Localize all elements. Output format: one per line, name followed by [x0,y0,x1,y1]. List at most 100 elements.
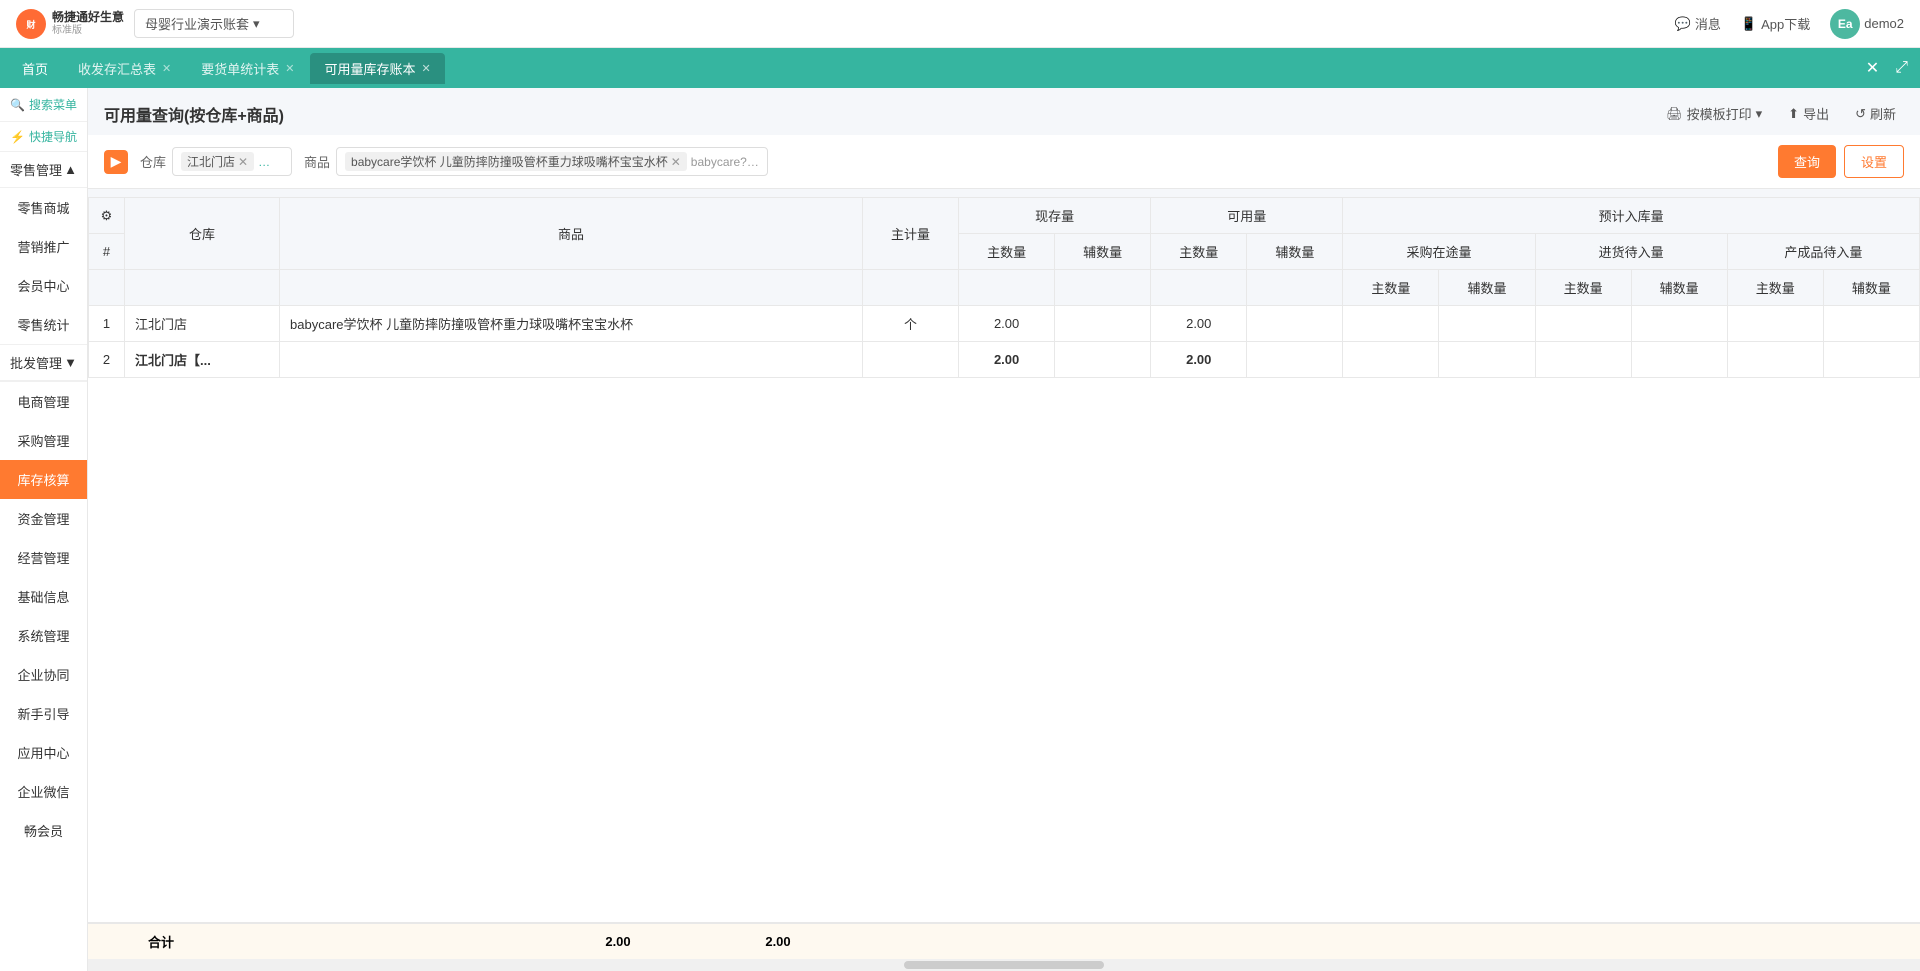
cell-index: 2 [89,342,125,378]
sidebar-item-retail-stats[interactable]: 零售统计 [0,305,87,344]
svg-text:财: 财 [25,19,35,30]
th-incoming-main: 主数量 [1535,270,1631,306]
message-icon: 💬 [1675,16,1691,32]
th-incoming: 进货待入量 [1535,234,1727,270]
cell-available-aux [1247,306,1343,342]
chevron-icon: ▲ [64,162,77,177]
sidebar-label: 电商管理 [17,392,69,411]
download-icon: 📱 [1741,16,1757,32]
query-button[interactable]: 查询 [1778,145,1836,178]
cell-purchase-main [1343,306,1439,342]
warehouse-tag-value: 江北门店 [187,153,235,170]
tab-order-stats-label: 要货单统计表 [201,59,279,78]
sidebar-item-ecommerce[interactable]: 电商管理 [0,382,87,421]
settings-button[interactable]: 设置 [1844,145,1904,178]
cell-production-main [1727,342,1823,378]
chevron-icon: ▼ [64,355,77,370]
sidebar-item-app-center[interactable]: 应用中心 [0,733,87,772]
sidebar-label: 系统管理 [17,626,69,645]
th-empty7 [1151,270,1247,306]
product-filter-input[interactable]: babycare学饮杯 儿童防摔防撞吸管杯重力球吸嘴杯宝宝水杯 ✕ babyca… [336,147,768,176]
refresh-icon: ↺ [1855,106,1866,122]
total-current-main: 2.00 [578,934,658,949]
th-index: # [89,234,125,270]
sidebar-label: 批发管理 [10,353,62,372]
logo-area: 财 畅捷通好生意 标准版 [16,9,124,39]
industry-selector[interactable]: 母婴行业演示账套 ▾ [134,9,294,38]
th-production: 产成品待入量 [1727,234,1919,270]
cell-available-main: 2.00 [1151,342,1247,378]
sidebar-item-marketing[interactable]: 营销推广 [0,227,87,266]
refresh-button[interactable]: ↺ 刷新 [1847,100,1904,127]
th-purchase-main: 主数量 [1343,270,1439,306]
sidebar-label: 会员中心 [17,276,69,295]
tab-available-inventory[interactable]: 可用量库存账本 ✕ [310,53,444,84]
horizontal-scrollbar[interactable] [88,959,1920,971]
warehouse-tag-remove[interactable]: ✕ [238,155,248,169]
tab-available-inventory-label: 可用量库存账本 [324,59,415,78]
product-tag-1: babycare学饮杯 儿童防摔防撞吸管杯重力球吸嘴杯宝宝水杯 ✕ [345,152,687,171]
sidebar-label: 经营管理 [17,548,69,567]
sidebar-label: 零售统计 [17,315,69,334]
sidebar-search[interactable]: 🔍 搜索菜单 [0,88,87,122]
cell-current-aux [1055,306,1151,342]
sidebar-item-system[interactable]: 系统管理 [0,616,87,655]
tab-income-expense[interactable]: 收发存汇总表 ✕ [64,53,185,84]
sidebar-item-purchase[interactable]: 采购管理 [0,421,87,460]
th-settings[interactable]: ⚙ [89,198,125,234]
filter-expand-button[interactable]: ▶ [104,150,128,174]
sidebar-item-zero-retail[interactable]: 零售管理 ▲ [0,152,87,188]
tab-order-stats[interactable]: 要货单统计表 ✕ [187,53,308,84]
sidebar-item-member[interactable]: 会员中心 [0,266,87,305]
close-icon[interactable]: ✕ [422,62,431,75]
tab-home[interactable]: 首页 [8,53,62,84]
th-current-aux: 辅数量 [1055,234,1151,270]
sidebar-label: 零售管理 [10,160,62,179]
top-header: 财 畅捷通好生意 标准版 母婴行业演示账套 ▾ 💬 消息 📱 App下载 Ea … [0,0,1920,48]
sidebar: 🔍 搜索菜单 ⚡ 快捷导航 零售管理 ▲ 零售商城 营销推广 会员中心 零售统计 [0,88,88,971]
sidebar-item-wholesale[interactable]: 批发管理 ▼ [0,345,87,381]
sidebar-item-inventory[interactable]: 库存核算 [0,460,87,499]
sidebar-item-operations[interactable]: 经营管理 [0,538,87,577]
sidebar-item-basic-info[interactable]: 基础信息 [0,577,87,616]
sidebar-group-retail: 零售管理 ▲ 零售商城 营销推广 会员中心 零售统计 [0,152,87,345]
sidebar-item-vip-member[interactable]: 畅会员 [0,811,87,850]
cell-purchase-main [1343,342,1439,378]
product-filter: 商品 babycare学饮杯 儿童防摔防撞吸管杯重力球吸嘴杯宝宝水杯 ✕ bab… [304,147,768,176]
sidebar-quick-nav[interactable]: ⚡ 快捷导航 [0,122,87,152]
logo-line1: 畅捷通好生意 [52,10,124,24]
sidebar-label: 采购管理 [17,431,69,450]
sidebar-item-enterprise[interactable]: 企业协同 [0,655,87,694]
close-icon[interactable]: ✕ [285,62,294,75]
user-avatar-area[interactable]: Ea demo2 [1830,9,1904,39]
username-label: demo2 [1864,16,1904,31]
warehouse-more[interactable]: … [258,155,270,169]
warehouse-filter-input[interactable]: 江北门店 ✕ … [172,147,292,176]
cell-current-main: 2.00 [959,342,1055,378]
maximize-icon[interactable]: ⤢ [1891,55,1912,81]
export-icon: ⬆ [1788,106,1799,122]
warehouse-filter-label: 仓库 [140,152,166,171]
th-empty [89,270,125,306]
scrollbar-thumb[interactable] [904,961,1104,969]
cell-unit [862,342,958,378]
sidebar-item-retail-mall[interactable]: 零售商城 [0,188,87,227]
export-button[interactable]: ⬆ 导出 [1780,100,1837,127]
page-actions: 🖨 按模板打印 ▾ ⬆ 导出 ↺ 刷新 [1658,100,1904,127]
message-button[interactable]: 💬 消息 [1675,14,1721,33]
app-download-label: App下载 [1761,14,1810,33]
th-product: 商品 [280,198,863,270]
sidebar-item-finance[interactable]: 资金管理 [0,499,87,538]
logo-text: 畅捷通好生意 标准版 [52,10,124,36]
close-window-icon[interactable]: ✕ [1862,54,1883,82]
app-download-button[interactable]: 📱 App下载 [1741,14,1810,33]
sidebar-item-guide[interactable]: 新手引导 [0,694,87,733]
cell-incoming-aux [1631,342,1727,378]
sidebar-item-enterprise-wechat[interactable]: 企业微信 [0,772,87,811]
close-icon[interactable]: ✕ [162,62,171,75]
cell-incoming-main [1535,306,1631,342]
print-button[interactable]: 🖨 按模板打印 ▾ [1658,100,1770,127]
product-tag-1-remove[interactable]: ✕ [671,155,681,169]
th-empty6 [1055,270,1151,306]
cell-unit: 个 [862,306,958,342]
